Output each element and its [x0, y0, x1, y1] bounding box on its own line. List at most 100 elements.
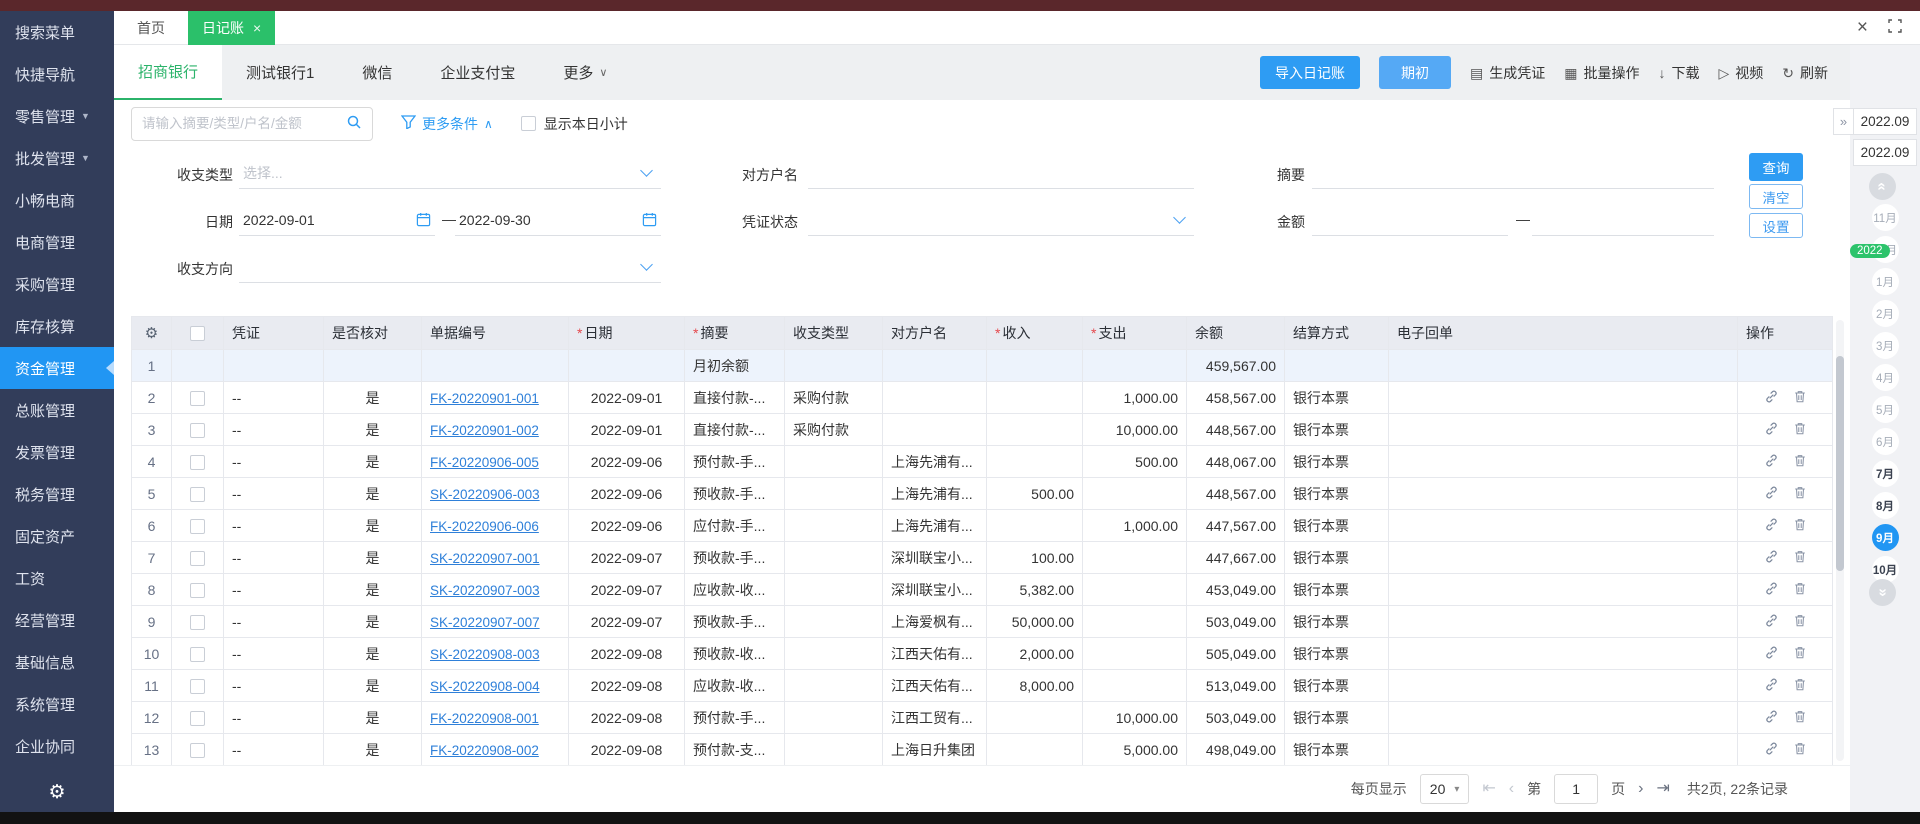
attachment-link-icon[interactable]: [1764, 389, 1779, 407]
sidebar-item-7[interactable]: 采购管理: [0, 263, 114, 305]
timeline-month-5[interactable]: 3月: [1871, 332, 1899, 359]
attachment-link-icon[interactable]: [1764, 677, 1779, 695]
doc-number-link[interactable]: FK-20220901-002: [430, 423, 539, 438]
first-page-button[interactable]: ⇤: [1482, 781, 1495, 797]
doc-number-link[interactable]: FK-20220906-006: [430, 519, 539, 534]
row-checkbox[interactable]: [190, 614, 205, 630]
delete-icon[interactable]: [1793, 517, 1807, 535]
voucher-status-select[interactable]: [808, 204, 1194, 236]
sidebar-item-14[interactable]: 工资: [0, 557, 114, 599]
delete-icon[interactable]: [1793, 645, 1807, 663]
toolbar-action-2[interactable]: ▦ 批量操作: [1564, 63, 1639, 83]
sidebar-item-6[interactable]: 电商管理: [0, 221, 114, 263]
delete-icon[interactable]: [1793, 613, 1807, 631]
attachment-link-icon[interactable]: [1764, 741, 1779, 759]
delete-icon[interactable]: [1793, 677, 1807, 695]
delete-icon[interactable]: [1793, 581, 1807, 599]
summary-filter-input[interactable]: [1312, 157, 1714, 189]
doc-number-link[interactable]: FK-20220901-001: [430, 391, 539, 406]
page-number-input[interactable]: [1554, 774, 1599, 804]
amount-from-input[interactable]: [1312, 204, 1508, 236]
type-filter-select[interactable]: 选择...: [239, 157, 661, 189]
toolbar-action-4[interactable]: ▷ 视频: [1718, 63, 1763, 83]
period-box-top[interactable]: 2022.09: [1853, 108, 1917, 135]
toolbar-action-5[interactable]: ↻ 刷新: [1782, 63, 1828, 83]
delete-icon[interactable]: [1793, 389, 1807, 407]
delete-icon[interactable]: [1793, 421, 1807, 439]
prev-page-button[interactable]: ‹: [1509, 781, 1514, 797]
top-tab-1[interactable]: 首页: [123, 11, 179, 45]
collapse-panel-icon[interactable]: »: [1833, 108, 1853, 135]
delete-icon[interactable]: [1793, 709, 1807, 727]
table-scrollbar[interactable]: [1836, 320, 1844, 761]
attachment-link-icon[interactable]: [1764, 645, 1779, 663]
sidebar-item-8[interactable]: 库存核算: [0, 305, 114, 347]
row-checkbox[interactable]: [190, 518, 205, 534]
delete-icon[interactable]: [1793, 549, 1807, 567]
search-input[interactable]: [142, 116, 340, 131]
timeline-month-11[interactable]: 9月: [1871, 524, 1899, 551]
toolbar-action-1[interactable]: ▤ 生成凭证: [1470, 63, 1545, 83]
row-checkbox[interactable]: [190, 742, 205, 758]
bank-tab-1[interactable]: 招商银行: [114, 45, 223, 100]
toolbar-action-3[interactable]: ↓ 下载: [1658, 63, 1699, 83]
sidebar-item-13[interactable]: 固定资产: [0, 515, 114, 557]
show-subtotal-checkbox[interactable]: [520, 116, 536, 131]
direction-select[interactable]: [239, 251, 661, 283]
last-page-button[interactable]: ⇥: [1656, 781, 1669, 797]
doc-number-link[interactable]: SK-20220907-003: [430, 583, 540, 598]
counterparty-filter-input[interactable]: [808, 157, 1194, 189]
timeline-month-10[interactable]: 8月: [1871, 492, 1899, 519]
sidebar-item-2[interactable]: 快捷导航: [0, 53, 114, 95]
opening-balance-button[interactable]: 期初: [1379, 56, 1452, 89]
period-box-bottom[interactable]: 2022.09: [1853, 139, 1917, 166]
sidebar-item-18[interactable]: 企业协同: [0, 725, 114, 767]
sidebar-item-4[interactable]: 批发管理 ▼: [0, 137, 114, 179]
sidebar-item-15[interactable]: 经营管理: [0, 599, 114, 641]
attachment-link-icon[interactable]: [1764, 549, 1779, 567]
row-checkbox[interactable]: [190, 422, 205, 438]
close-icon[interactable]: ×: [1857, 18, 1868, 37]
query-button[interactable]: 查询: [1749, 153, 1803, 181]
date-to-input[interactable]: 2022-09-30: [455, 204, 661, 236]
sidebar-item-9[interactable]: 资金管理: [0, 347, 114, 389]
doc-number-link[interactable]: SK-20220906-003: [430, 487, 540, 502]
sidebar-item-1[interactable]: 搜索菜单: [0, 11, 114, 53]
sidebar-item-5[interactable]: 小畅电商: [0, 179, 114, 221]
fullscreen-icon[interactable]: [1888, 19, 1902, 36]
bank-tab-4[interactable]: 企业支付宝: [416, 45, 539, 100]
attachment-link-icon[interactable]: [1764, 581, 1779, 599]
row-checkbox[interactable]: [190, 710, 205, 726]
row-checkbox[interactable]: [190, 454, 205, 470]
sidebar-item-12[interactable]: 税务管理: [0, 473, 114, 515]
more-filters-toggle[interactable]: 更多条件 ∧: [400, 114, 493, 134]
row-checkbox[interactable]: [190, 550, 205, 566]
row-checkbox[interactable]: [190, 646, 205, 662]
settings-gear-icon[interactable]: ⚙: [0, 781, 114, 804]
doc-number-link[interactable]: FK-20220908-001: [430, 711, 539, 726]
delete-icon[interactable]: [1793, 453, 1807, 471]
page-size-select[interactable]: 20 ▾: [1419, 774, 1470, 804]
attachment-link-icon[interactable]: [1764, 613, 1779, 631]
search-icon[interactable]: [346, 114, 362, 133]
doc-number-link[interactable]: SK-20220908-003: [430, 647, 540, 662]
import-journal-button[interactable]: 导入日记账: [1260, 56, 1361, 89]
doc-number-link[interactable]: FK-20220908-002: [430, 743, 539, 758]
next-page-button[interactable]: ›: [1638, 781, 1643, 797]
sidebar-item-17[interactable]: 系统管理: [0, 683, 114, 725]
settings-button[interactable]: 设置: [1749, 213, 1803, 238]
delete-icon[interactable]: [1793, 485, 1807, 503]
sidebar-item-16[interactable]: 基础信息: [0, 641, 114, 683]
row-checkbox[interactable]: [190, 390, 205, 406]
close-tab-icon[interactable]: ×: [253, 20, 261, 36]
timeline-month-9[interactable]: 7月: [1871, 460, 1899, 487]
attachment-link-icon[interactable]: [1764, 421, 1779, 439]
attachment-link-icon[interactable]: [1764, 453, 1779, 471]
doc-number-link[interactable]: SK-20220907-007: [430, 615, 540, 630]
calendar-icon[interactable]: [416, 212, 431, 227]
row-checkbox[interactable]: [190, 486, 205, 502]
amount-to-input[interactable]: [1532, 204, 1714, 236]
attachment-link-icon[interactable]: [1764, 709, 1779, 727]
doc-number-link[interactable]: FK-20220906-005: [430, 455, 539, 470]
bank-tab-2[interactable]: 测试银行1: [222, 45, 338, 100]
